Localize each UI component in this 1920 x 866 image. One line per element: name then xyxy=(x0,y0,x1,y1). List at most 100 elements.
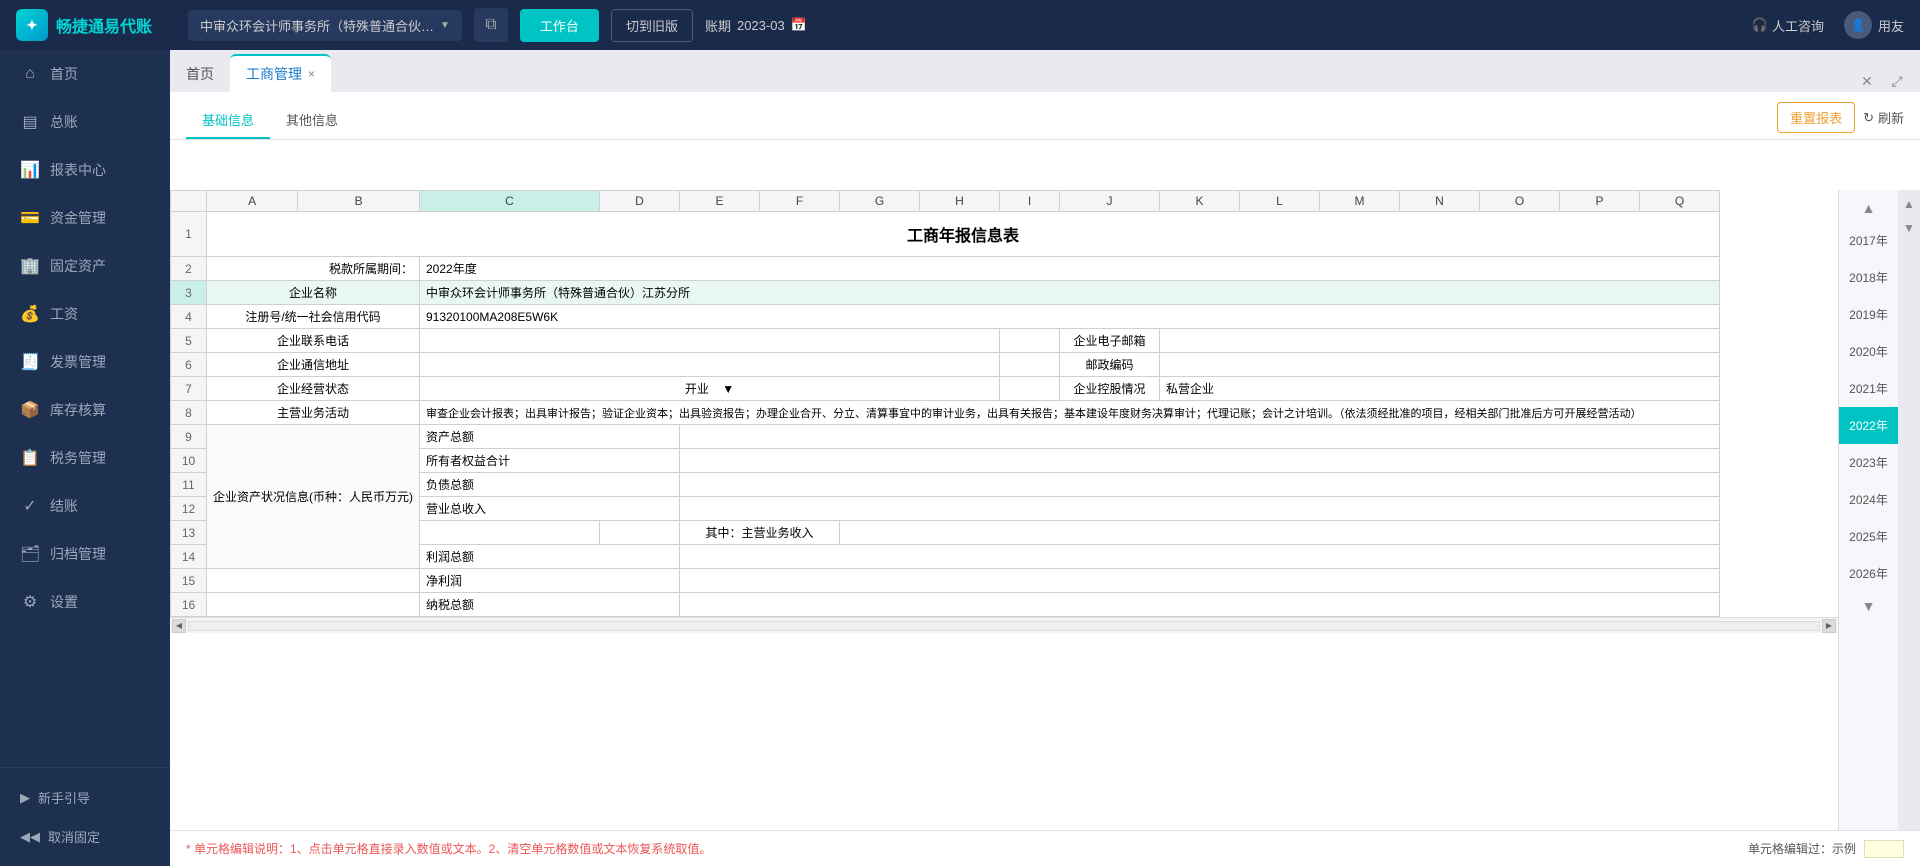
cell-5-k+[interactable] xyxy=(1160,329,1720,353)
col-header-e: E xyxy=(680,191,760,212)
sidebar-item-finance[interactable]: 💳 资金管理 xyxy=(0,194,170,242)
cell-3-c+[interactable]: 中审众环会计师事务所（特殊普通合伙）江苏分所 xyxy=(420,281,1720,305)
right-panel: ▲ ▼ xyxy=(1898,190,1920,830)
year-2020[interactable]: 2020年 xyxy=(1839,333,1898,370)
cell-15-c[interactable]: 净利润 xyxy=(420,569,680,593)
scroll-right-button[interactable]: ▶ xyxy=(1822,619,1836,633)
sidebar-item-home[interactable]: ⌂ 首页 xyxy=(0,50,170,98)
switch-version-button[interactable]: 切到旧版 xyxy=(611,9,693,42)
cell-13-ef[interactable]: 其中：主营业务收入 xyxy=(680,521,840,545)
expand-window-button[interactable]: ⤢ xyxy=(1886,70,1908,92)
cell-5-c[interactable] xyxy=(420,329,1000,353)
sidebar-item-tax[interactable]: 📋 税务管理 xyxy=(0,434,170,482)
horizontal-scrollbar[interactable]: ◀ ▶ xyxy=(170,617,1838,633)
refresh-button[interactable]: ↻ 刷新 xyxy=(1863,108,1904,127)
header-right: 🎧 人工咨询 👤 用友 xyxy=(1752,11,1904,39)
sidebar-label-inventory: 库存核算 xyxy=(50,400,106,420)
corner-cell xyxy=(171,191,207,212)
unpin-sidebar[interactable]: ◀◀ 取消固定 xyxy=(0,817,170,856)
cell-11-e+[interactable] xyxy=(680,473,1720,497)
cell-7-bc[interactable]: 企业经营状态 xyxy=(207,377,420,401)
sidebar-item-reports[interactable]: 📊 报表中心 xyxy=(0,146,170,194)
table-row: 5 企业联系电话 企业电子邮箱 xyxy=(171,329,1720,353)
cell-14-e+[interactable] xyxy=(680,545,1720,569)
sidebar-item-close[interactable]: ✓ 结账 xyxy=(0,482,170,530)
cell-7-j[interactable]: 企业控股情况 xyxy=(1060,377,1160,401)
headset-icon: 🎧 xyxy=(1752,17,1768,33)
sidebar-item-inventory[interactable]: 📦 库存核算 xyxy=(0,386,170,434)
year-scroll-down[interactable]: ▼ xyxy=(1839,592,1898,620)
close-window-button[interactable]: ✕ xyxy=(1856,70,1878,92)
sidebar-item-ledger[interactable]: ▤ 总账 xyxy=(0,98,170,146)
scroll-track[interactable] xyxy=(188,621,1820,631)
scroll-left-button[interactable]: ◀ xyxy=(172,619,186,633)
collapse-up-button[interactable]: ▲ xyxy=(1899,194,1919,214)
sidebar-item-salary[interactable]: 💰 工资 xyxy=(0,290,170,338)
tab-home[interactable]: 首页 xyxy=(170,56,230,92)
cell-9-e+[interactable] xyxy=(680,425,1720,449)
year-2018[interactable]: 2018年 xyxy=(1839,259,1898,296)
sidebar-item-settings[interactable]: ⚙ 设置 xyxy=(0,578,170,626)
spreadsheet-wrapper[interactable]: A B C D E F G H I J K L xyxy=(170,190,1838,830)
year-2021[interactable]: 2021年 xyxy=(1839,370,1898,407)
cell-6-k+[interactable] xyxy=(1160,353,1720,377)
cell-7-k+[interactable]: 私营企业 xyxy=(1160,377,1720,401)
year-2019[interactable]: 2019年 xyxy=(1839,296,1898,333)
year-2025[interactable]: 2025年 xyxy=(1839,518,1898,555)
cell-10-c[interactable]: 所有者权益合计 xyxy=(420,449,680,473)
cell-10-e+[interactable] xyxy=(680,449,1720,473)
cell-12-c[interactable]: 营业总收入 xyxy=(420,497,680,521)
cell-11-c[interactable]: 负债总额 xyxy=(420,473,680,497)
tab-basic-info[interactable]: 基础信息 xyxy=(186,102,270,139)
cell-8-bc[interactable]: 主营业务活动 xyxy=(207,401,420,425)
cell-6-bc[interactable]: 企业通信地址 xyxy=(207,353,420,377)
collapse-down-button[interactable]: ▼ xyxy=(1899,218,1919,238)
cell-6-j[interactable]: 邮政编码 xyxy=(1060,353,1160,377)
col-header-f: F xyxy=(760,191,840,212)
col-header-j: J xyxy=(1060,191,1160,212)
calendar-icon[interactable]: 📅 xyxy=(791,17,807,33)
user-area[interactable]: 👤 用友 xyxy=(1844,11,1904,39)
tab-other-info[interactable]: 其他信息 xyxy=(270,102,354,139)
cell-16-c[interactable]: 纳税总额 xyxy=(420,593,680,617)
cell-4-c+[interactable]: 91320100MA208E5W6K xyxy=(420,305,1720,329)
cell-9-c[interactable]: 资产总额 xyxy=(420,425,680,449)
sidebar-item-archive[interactable]: 🗂 归档管理 xyxy=(0,530,170,578)
tab-business[interactable]: 工商管理 × xyxy=(230,54,331,92)
avatar: 👤 xyxy=(1844,11,1872,39)
sidebar-item-assets[interactable]: 🏢 固定资产 xyxy=(0,242,170,290)
company-selector[interactable]: 中审众环会计师事务所（特殊普通合伙… ▼ xyxy=(188,10,462,41)
cell-6-c[interactable] xyxy=(420,353,1000,377)
year-2017[interactable]: 2017年 xyxy=(1839,222,1898,259)
cell-5-bc[interactable]: 企业联系电话 xyxy=(207,329,420,353)
cell-13-c[interactable] xyxy=(420,521,600,545)
year-2022[interactable]: 2022年 xyxy=(1839,407,1898,444)
cell-13-g+[interactable] xyxy=(840,521,1720,545)
cell-2-bc[interactable]: 税款所属期间： xyxy=(207,257,420,281)
tab-close-icon[interactable]: × xyxy=(308,67,315,81)
cell-5-j[interactable]: 企业电子邮箱 xyxy=(1060,329,1160,353)
cell-7-c[interactable]: 开业 ▼ xyxy=(420,377,1000,401)
title-cell[interactable]: 工商年报信息表 xyxy=(207,212,1720,257)
col-header-i: I xyxy=(1000,191,1060,212)
new-user-guide[interactable]: ▶ 新手引导 xyxy=(0,778,170,817)
copy-button[interactable]: ⧉ xyxy=(474,8,508,42)
cell-4-bc[interactable]: 注册号/统一社会信用代码 xyxy=(207,305,420,329)
cell-12-e+[interactable] xyxy=(680,497,1720,521)
guide-label: 新手引导 xyxy=(38,788,90,807)
cell-8-c+[interactable]: 审查企业会计报表；出具审计报告；验证企业资本；出具验资报告；办理企业合开、分立、… xyxy=(420,401,1720,425)
year-2026[interactable]: 2026年 xyxy=(1839,555,1898,592)
sidebar-item-invoice[interactable]: 🧾 发票管理 xyxy=(0,338,170,386)
home-icon: ⌂ xyxy=(20,65,40,83)
year-2024[interactable]: 2024年 xyxy=(1839,481,1898,518)
cell-2-c+[interactable]: 2022年度 xyxy=(420,257,1720,281)
cell-3-bc[interactable]: 企业名称 xyxy=(207,281,420,305)
cell-15-e+[interactable] xyxy=(680,569,1720,593)
year-2023[interactable]: 2023年 xyxy=(1839,444,1898,481)
workbench-button[interactable]: 工作台 xyxy=(520,9,599,42)
cell-14-c[interactable]: 利润总额 xyxy=(420,545,680,569)
help-button[interactable]: 🎧 人工咨询 xyxy=(1752,16,1824,35)
year-scroll-up[interactable]: ▲ xyxy=(1839,194,1898,222)
cell-16-e+[interactable] xyxy=(680,593,1720,617)
reset-report-button[interactable]: 重置报表 xyxy=(1777,102,1855,133)
